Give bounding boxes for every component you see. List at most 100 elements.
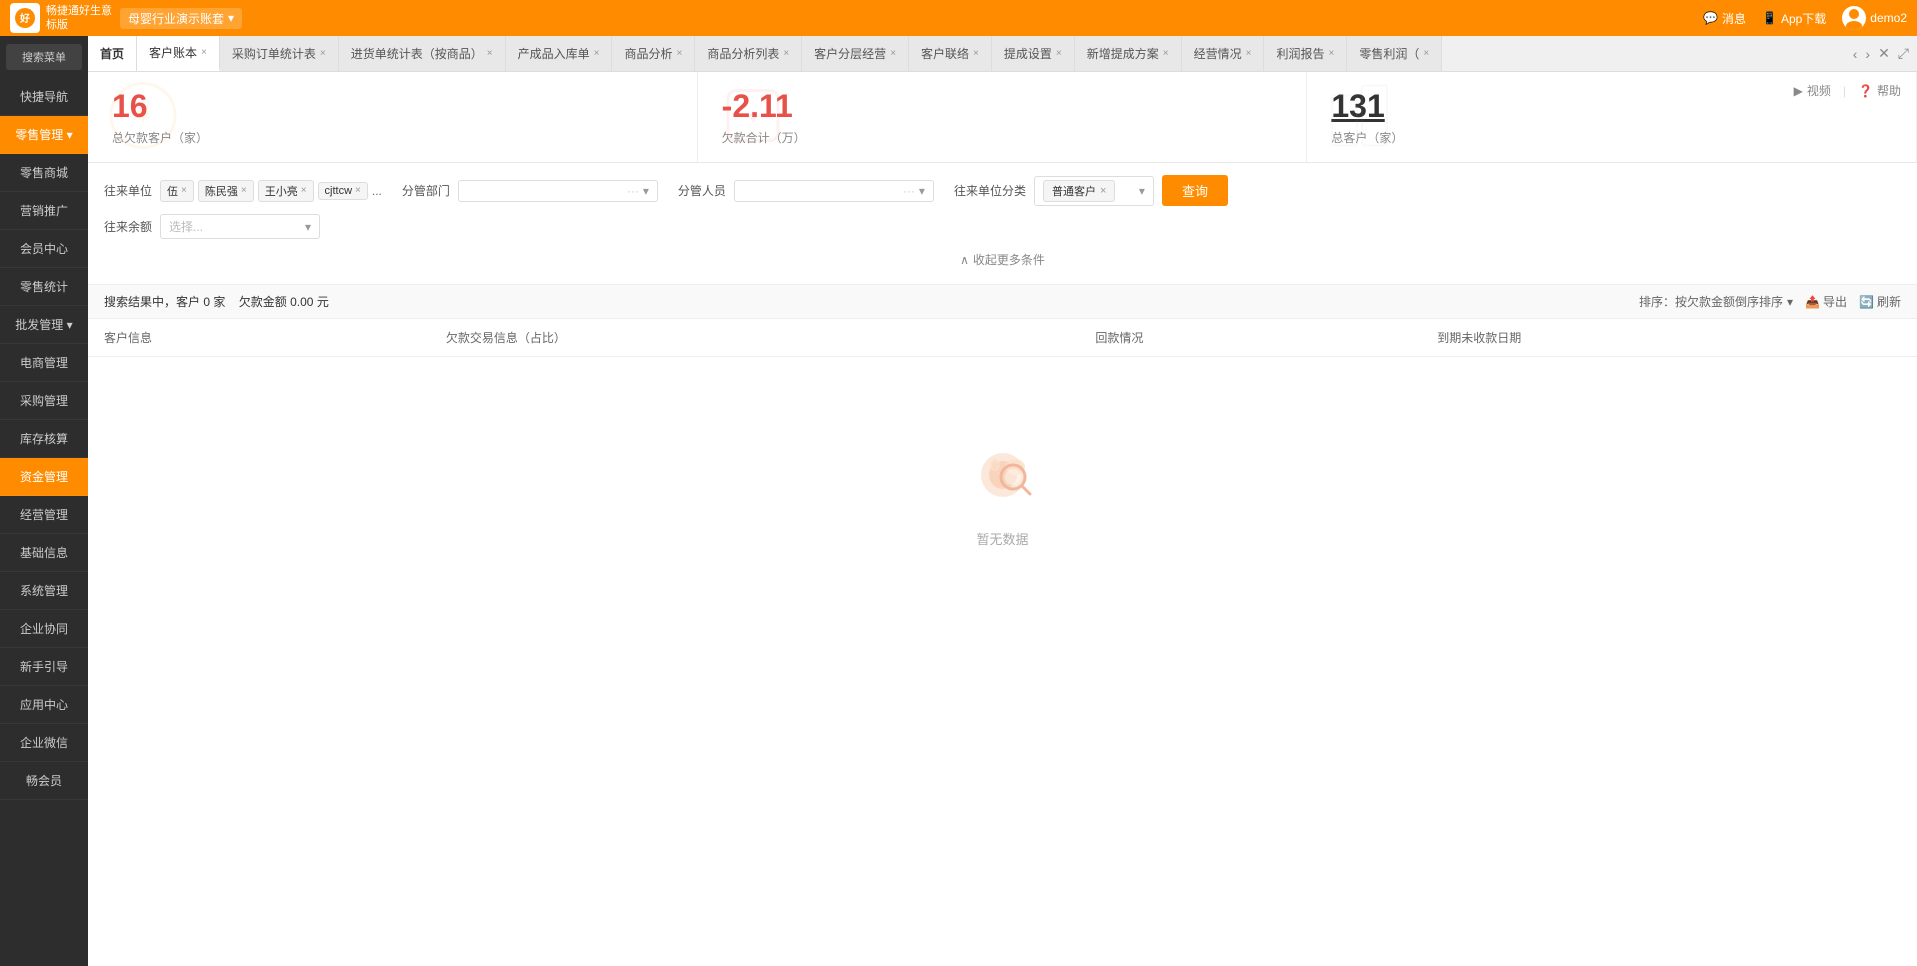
tab-close-retail-profit[interactable]: × [1423,48,1429,59]
sidebar-item-vip-member[interactable]: 畅会员 [0,762,88,800]
video-help-btn[interactable]: ▶ 视频 [1794,82,1831,99]
sidebar-item-system[interactable]: 系统管理 [0,572,88,610]
tab-scroll-left-btn[interactable]: ‹ [1851,44,1860,64]
filter-tag-0[interactable]: 伍 × [160,180,194,202]
filter-tag-close-0[interactable]: × [181,185,187,196]
filter-dept-select[interactable]: ··· ▾ [458,180,658,202]
tab-product-analysis-list[interactable]: 商品分析列表 × [695,36,802,71]
tab-scroll-right-btn[interactable]: › [1863,44,1872,64]
sidebar-item-operations[interactable]: 经营管理 [0,496,88,534]
stat-card-debt: ✦ -2.11 欠款合计（万） [698,72,1308,162]
sidebar-item-ecommerce[interactable]: 电商管理 [0,344,88,382]
tab-customer-account[interactable]: 客户账本 × [137,36,220,71]
tab-expand-btn[interactable]: ⤢ [1896,43,1911,64]
tab-profit-report[interactable]: 利润报告 × [1264,36,1347,71]
sidebar-item-member[interactable]: 会员中心 [0,230,88,268]
filter-collapse-btn[interactable]: ∧ 收起更多条件 [104,247,1901,272]
col-overdue-date: 到期未收款日期 [1421,319,1917,357]
tab-close-all-btn[interactable]: ✕ [1876,43,1892,64]
sidebar-item-purchase[interactable]: 采购管理 [0,382,88,420]
tab-retail-profit[interactable]: 零售利润（ × [1347,36,1442,71]
logo-icon: 好 [10,3,40,33]
tab-operation-status[interactable]: 经营情况 × [1182,36,1265,71]
filter-row-1: 往来单位 伍 × 陈民强 × 王小亮 [104,175,1901,206]
sidebar-item-app-center[interactable]: 应用中心 [0,686,88,724]
tab-close-customer-contact[interactable]: × [973,48,979,59]
filter-tag-3[interactable]: cjttcw × [318,182,368,200]
tab-close-product-analysis-list[interactable]: × [783,48,789,59]
sidebar-item-finance[interactable]: 资金管理 [0,458,88,496]
tab-close-product-analysis[interactable]: × [676,48,682,59]
tab-close-instock-stats[interactable]: × [487,48,493,59]
filter-unit-category-select[interactable]: 普通客户 × ▾ [1034,176,1154,206]
result-actions: 排序：按欠款金额倒序排序 ▾ 📤 导出 🔄 刷新 [1639,293,1901,310]
tab-close-raise-settings[interactable]: × [1056,48,1062,59]
tab-close-profit-report[interactable]: × [1328,48,1334,59]
query-button[interactable]: 查询 [1162,175,1228,206]
filter-category-tag: 普通客户 × [1043,180,1115,202]
filter-category-tag-close[interactable]: × [1100,185,1106,197]
filter-tag-close-2[interactable]: × [301,185,307,196]
avatar [1842,6,1866,30]
download-icon: 📱 [1762,11,1777,25]
filter-tag-1[interactable]: 陈民强 × [198,180,254,202]
user-profile[interactable]: demo2 [1842,6,1907,30]
svg-text:好: 好 [19,12,30,25]
search-menu-btn[interactable]: 搜索菜单 [6,44,82,70]
tab-close-product-instock[interactable]: × [594,48,600,59]
sidebar-item-enterprise-coop[interactable]: 企业协同 [0,610,88,648]
export-btn[interactable]: 📤 导出 [1805,293,1847,310]
sidebar-item-inventory[interactable]: 库存核算 [0,420,88,458]
video-icon: ▶ [1794,84,1803,98]
tab-close-new-raise-plan[interactable]: × [1163,48,1169,59]
sidebar-item-retail-stats[interactable]: 零售统计 [0,268,88,306]
tab-instock-stats[interactable]: 进货单统计表（按商品） × [339,36,506,71]
app-download-btn[interactable]: 📱 App下载 [1762,10,1826,27]
filter-tag-close-3[interactable]: × [355,185,361,196]
sidebar-item-basic-info[interactable]: 基础信息 [0,534,88,572]
tab-bar-controls: ‹ › ✕ ⤢ [1845,36,1917,71]
sidebar-item-marketing[interactable]: 营销推广 [0,192,88,230]
sidebar-item-quick-nav[interactable]: 快捷导航 [0,78,88,116]
sidebar-search-area: 搜索菜单 [0,36,88,78]
empty-state: 暂无数据 [88,357,1917,628]
filter-tag-more[interactable]: ... [372,184,382,198]
refresh-btn[interactable]: 🔄 刷新 [1859,293,1901,310]
sidebar-item-enterprise-wechat[interactable]: 企业微信 [0,724,88,762]
sidebar-item-wholesale[interactable]: 批发管理 ▾ [0,306,88,344]
empty-icon [963,437,1043,517]
account-selector[interactable]: 母婴行业演示账套 ▾ [120,8,242,29]
tab-product-instock[interactable]: 产成品入库单 × [506,36,613,71]
help-btn[interactable]: ❓ 帮助 [1858,82,1901,99]
stat-card-customers: ¥ 16 总欠款客户（家） [88,72,698,162]
top-bar-right: 💬 消息 📱 App下载 demo2 [1703,6,1907,30]
tab-purchase-order-stats[interactable]: 采购订单统计表 × [220,36,339,71]
tab-close-operation-status[interactable]: × [1246,48,1252,59]
tab-product-analysis[interactable]: 商品分析 × [612,36,695,71]
filter-tag-2[interactable]: 王小亮 × [258,180,314,202]
filter-staff-select[interactable]: ··· ▾ [734,180,934,202]
filter-tag-close-1[interactable]: × [241,185,247,196]
sidebar-item-retail-mall[interactable]: 零售商城 [0,154,88,192]
sidebar: 搜索菜单 快捷导航 零售管理 ▾ 零售商城 营销推广 会员中心 零售统计 批发管… [0,36,88,966]
tab-close-customer-account[interactable]: × [201,47,207,58]
tab-home[interactable]: 首页 [88,36,137,71]
filter-balance-arrow: ▾ [305,220,311,234]
tab-new-raise-plan[interactable]: 新增提成方案 × [1075,36,1182,71]
logo-text: 畅捷通好生意 标版 [46,4,112,33]
tab-close-purchase-order-stats[interactable]: × [320,48,326,59]
tab-customer-tier[interactable]: 客户分层经营 × [802,36,909,71]
tab-close-customer-tier[interactable]: × [890,48,896,59]
content-area: 首页 客户账本 × 采购订单统计表 × 进货单统计表（按商品） × 产成品入库单… [88,36,1917,966]
refresh-icon: 🔄 [1859,295,1874,309]
tab-raise-settings[interactable]: 提成设置 × [992,36,1075,71]
sidebar-item-new-guide[interactable]: 新手引导 [0,648,88,686]
sidebar-item-retail[interactable]: 零售管理 ▾ [0,116,88,154]
help-icon: ❓ [1858,84,1873,98]
tab-customer-contact[interactable]: 客户联络 × [909,36,992,71]
svg-text:¥: ¥ [134,98,151,129]
result-sort-btn[interactable]: 排序：按欠款金额倒序排序 ▾ [1639,293,1793,310]
message-btn[interactable]: 💬 消息 [1703,10,1746,27]
page-content: ¥ 16 总欠款客户（家） ✦ -2.11 欠款合计（万） [88,72,1917,966]
filter-balance-select[interactable]: 选择... ▾ [160,214,320,239]
